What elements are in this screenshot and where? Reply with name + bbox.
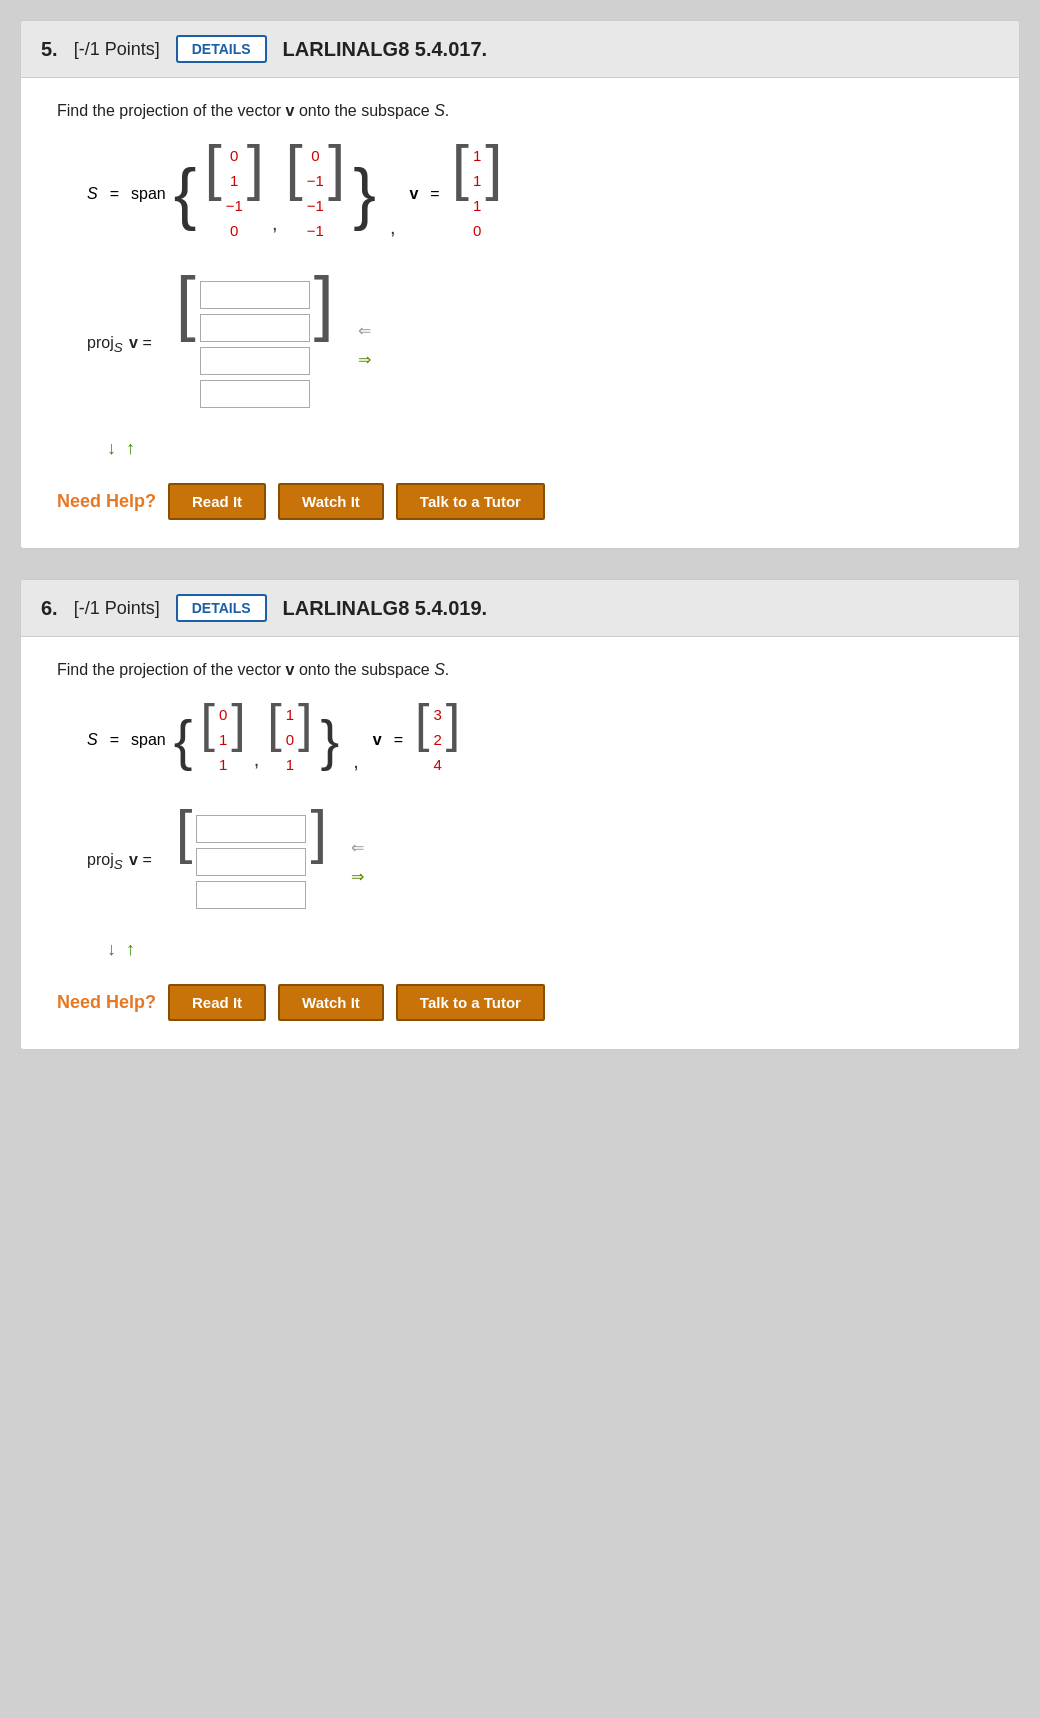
input-5-row2[interactable]: [200, 314, 310, 342]
s-equals-span-6: S: [87, 731, 98, 749]
arrow-left-5[interactable]: ⇐: [356, 319, 373, 342]
arrow-right-5[interactable]: ⇒: [356, 348, 373, 371]
matrix1-6: [ 0 1 1 ]: [200, 701, 245, 779]
question-5-id: LARLINALG8 5.4.017.: [283, 38, 488, 61]
vector-v-6: [ 3 2 4 ]: [415, 701, 460, 779]
proj-sub-6: S: [114, 858, 123, 873]
proj-area-5: projS v = [ ] ⇐ ⇒: [87, 273, 983, 416]
big-brace-right-6: }: [320, 715, 339, 764]
question-5: 5. [-/1 Points] DETAILS LARLINALG8 5.4.0…: [20, 20, 1020, 549]
input-6-row1[interactable]: [196, 815, 306, 843]
problem-text-5: Find the projection of the vector v onto…: [57, 102, 983, 120]
input-6-row3[interactable]: [196, 881, 306, 909]
big-brace-left-6: {: [174, 715, 193, 764]
equals-6: =: [110, 731, 119, 749]
v-label-5: v: [409, 185, 418, 203]
v-eq-5: =: [430, 185, 439, 203]
question-5-header: 5. [-/1 Points] DETAILS LARLINALG8 5.4.0…: [21, 21, 1019, 78]
comma1-6: ,: [254, 748, 260, 779]
question-5-points: [-/1 Points]: [74, 39, 160, 60]
bracket-left-m1-5: [: [204, 142, 221, 245]
question-6-body: Find the projection of the vector v onto…: [21, 637, 1019, 1049]
up-btn-6[interactable]: ↑: [126, 939, 135, 960]
big-brace-left-5: {: [174, 165, 197, 223]
matrix1-5: [ 0 1 −1 0 ]: [204, 142, 264, 245]
question-5-number: 5.: [41, 38, 58, 61]
up-btn-5[interactable]: ↑: [126, 438, 135, 459]
talk-to-tutor-btn-6[interactable]: Talk to a Tutor: [396, 984, 545, 1021]
need-help-row-5: Need Help? Read It Watch It Talk to a Tu…: [57, 483, 983, 520]
arrow-left-6[interactable]: ⇐: [349, 836, 366, 859]
proj-sub-5: S: [114, 340, 123, 355]
v-eq-6: =: [394, 731, 403, 749]
updown-6: ↓ ↑: [107, 939, 983, 960]
read-it-btn-5[interactable]: Read It: [168, 483, 266, 520]
updown-5: ↓ ↑: [107, 438, 983, 459]
question-6: 6. [-/1 Points] DETAILS LARLINALG8 5.4.0…: [20, 579, 1020, 1050]
read-it-btn-6[interactable]: Read It: [168, 984, 266, 1021]
need-help-label-5: Need Help?: [57, 491, 156, 512]
question-6-header: 6. [-/1 Points] DETAILS LARLINALG8 5.4.0…: [21, 580, 1019, 637]
comma2-6: ,: [353, 750, 359, 779]
input-5-row1[interactable]: [200, 281, 310, 309]
proj-label-5: proj: [87, 334, 114, 351]
vector-v-5: [ 1 1 1 0 ]: [452, 142, 503, 245]
input-5-row4[interactable]: [200, 380, 310, 408]
matrix2-6: [ 1 0 1 ]: [267, 701, 312, 779]
details-button-5[interactable]: DETAILS: [176, 35, 267, 63]
need-help-row-6: Need Help? Read It Watch It Talk to a Tu…: [57, 984, 983, 1021]
down-btn-5[interactable]: ↓: [107, 438, 116, 459]
watch-it-btn-6[interactable]: Watch It: [278, 984, 384, 1021]
span-word-6: span: [131, 731, 166, 749]
matrix2-5: [ 0 −1 −1 −1 ]: [286, 142, 346, 245]
talk-to-tutor-btn-5[interactable]: Talk to a Tutor: [396, 483, 545, 520]
question-6-id: LARLINALG8 5.4.019.: [283, 597, 488, 620]
proj-v-label-5: v: [129, 334, 138, 351]
s-equals-span-5: S: [87, 185, 98, 203]
need-help-label-6: Need Help?: [57, 992, 156, 1013]
proj-area-6: projS v = [ ] ⇐ ⇒: [87, 807, 983, 917]
input-5-row3[interactable]: [200, 347, 310, 375]
comma2-5: ,: [390, 216, 396, 245]
input-6-row2[interactable]: [196, 848, 306, 876]
big-brace-right-5: }: [353, 165, 376, 223]
question-6-number: 6.: [41, 597, 58, 620]
down-btn-6[interactable]: ↓: [107, 939, 116, 960]
comma1-5: ,: [272, 212, 278, 245]
watch-it-btn-5[interactable]: Watch It: [278, 483, 384, 520]
bracket-right-m1-5: ]: [247, 142, 264, 245]
question-5-body: Find the projection of the vector v onto…: [21, 78, 1019, 548]
problem-text-6: Find the projection of the vector v onto…: [57, 661, 983, 679]
arrow-right-6[interactable]: ⇒: [349, 865, 366, 888]
span-word-5: span: [131, 185, 166, 203]
proj-label-6: proj: [87, 851, 114, 868]
details-button-6[interactable]: DETAILS: [176, 594, 267, 622]
question-6-points: [-/1 Points]: [74, 598, 160, 619]
v-label-6: v: [373, 731, 382, 749]
proj-v-label-6: v: [129, 851, 138, 868]
equals-5: =: [110, 185, 119, 203]
